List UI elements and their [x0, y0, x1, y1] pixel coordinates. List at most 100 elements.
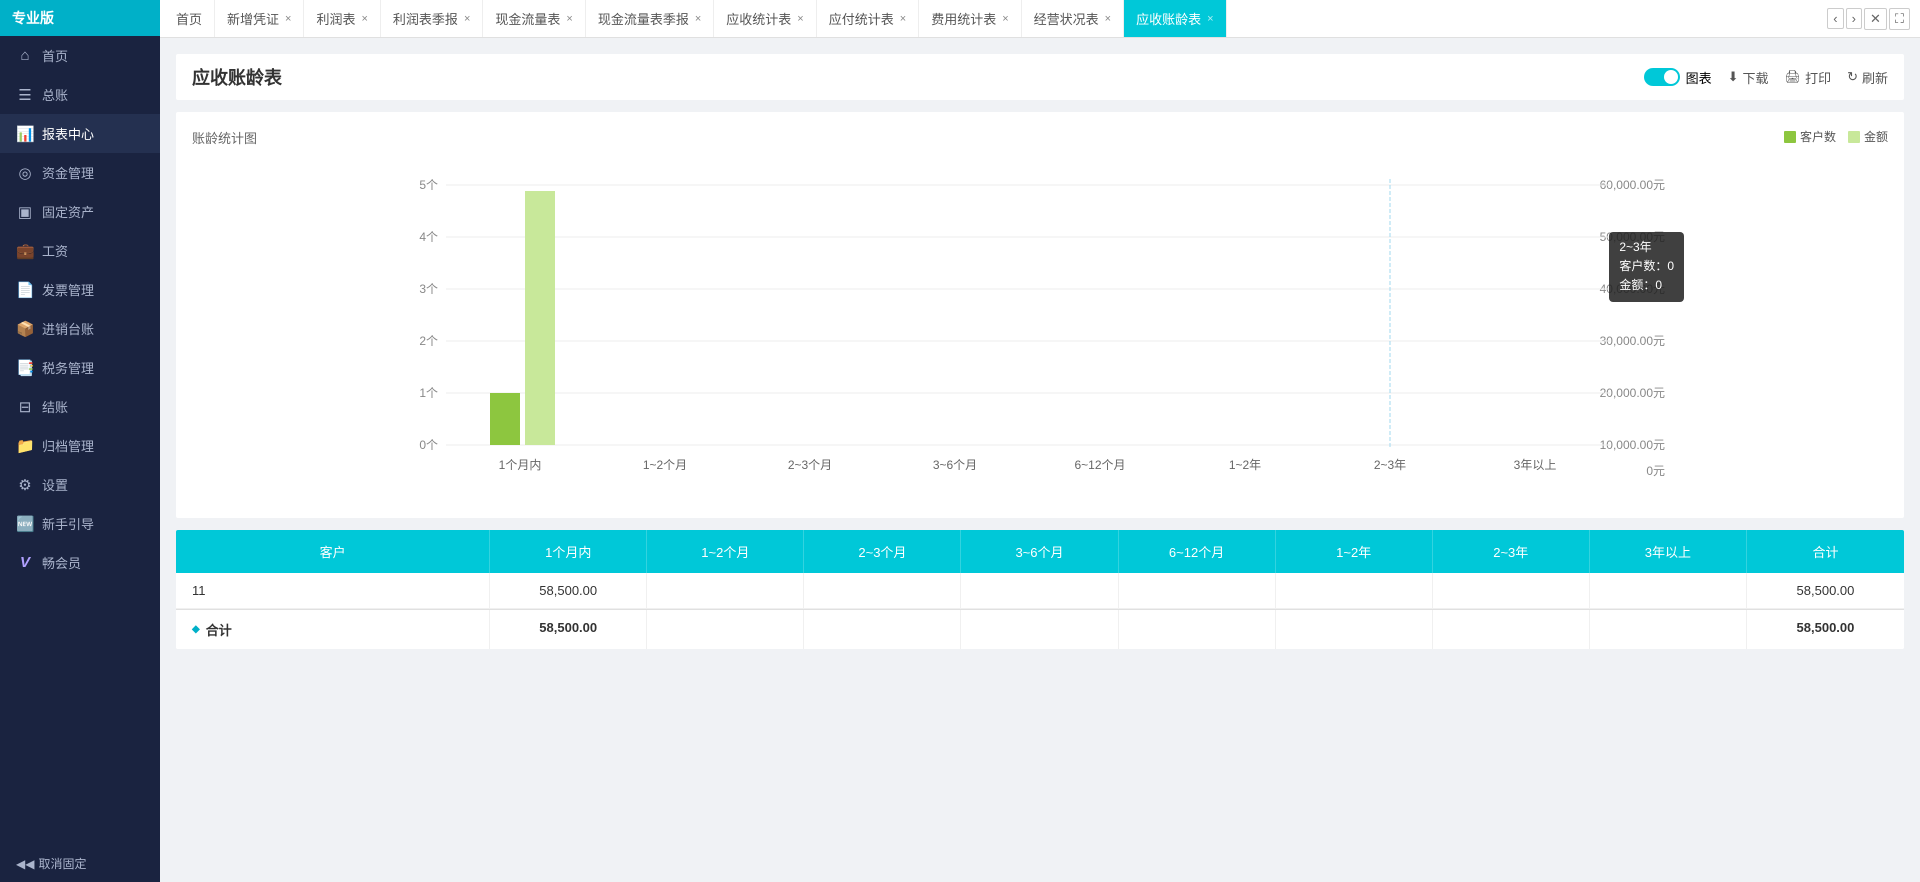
- tab-profit-quarterly-label: 利润表季报: [393, 9, 458, 28]
- sidebar-item-archive[interactable]: 📁 归档管理: [0, 426, 160, 465]
- sidebar-item-sales[interactable]: 📦 进销台账: [0, 309, 160, 348]
- print-label: 打印: [1805, 68, 1831, 87]
- footer-label: 合计: [206, 620, 232, 639]
- download-icon: ⬇: [1728, 69, 1739, 85]
- sidebar-item-label: 设置: [42, 475, 68, 494]
- legend-amount: 金额: [1848, 128, 1888, 145]
- sidebar-item-settings[interactable]: ⚙ 设置: [0, 465, 160, 504]
- x-label-m1-2: 1~2个月: [643, 458, 687, 472]
- toggle-track[interactable]: [1644, 68, 1680, 86]
- tab-home[interactable]: 首页: [164, 0, 215, 38]
- col-customer: 客户: [176, 530, 490, 573]
- tab-new-voucher-label: 新增凭证: [227, 9, 279, 28]
- table-row: 11 58,500.00 58,500.00: [176, 573, 1904, 609]
- tab-new-voucher[interactable]: 新增凭证 ×: [215, 0, 304, 38]
- tab-ar-stats-label: 应收统计表: [726, 9, 791, 28]
- download-button[interactable]: ⬇ 下载: [1728, 68, 1769, 87]
- sidebar-item-guide[interactable]: 🆕 新手引导: [0, 504, 160, 543]
- settings-icon: ⚙: [16, 476, 34, 494]
- tab-ar-aging-close[interactable]: ×: [1207, 13, 1213, 25]
- tab-maximize[interactable]: ⛶: [1889, 8, 1910, 30]
- col-m1: 1个月内: [490, 530, 647, 573]
- tab-ar-aging[interactable]: 应收账龄表 ×: [1124, 0, 1226, 38]
- tab-expense-stats[interactable]: 费用统计表 ×: [919, 0, 1021, 38]
- tab-cashflow[interactable]: 现金流量表 ×: [483, 0, 585, 38]
- x-label-y1-2: 1~2年: [1229, 458, 1261, 472]
- tab-expense-stats-label: 费用统计表: [931, 9, 996, 28]
- tab-profit-quarterly[interactable]: 利润表季报 ×: [381, 0, 483, 38]
- sidebar-item-tax[interactable]: 📑 税务管理: [0, 348, 160, 387]
- tab-ar-stats[interactable]: 应收统计表 ×: [714, 0, 816, 38]
- sidebar-item-close[interactable]: ⊟ 结账: [0, 387, 160, 426]
- bar-m1-amount: [525, 191, 555, 445]
- y-label-5: 5个: [419, 178, 438, 192]
- sidebar-pin-toggle[interactable]: ◀◀ 取消固定: [0, 845, 160, 882]
- sidebar-item-assets[interactable]: ▣ 固定资产: [0, 192, 160, 231]
- legend-customer-dot: [1784, 131, 1796, 143]
- sidebar-item-ledger[interactable]: ☰ 总账: [0, 75, 160, 114]
- download-label: 下载: [1743, 68, 1769, 87]
- footer-total: 58,500.00: [1747, 610, 1904, 649]
- tab-profit-quarterly-close[interactable]: ×: [464, 13, 470, 25]
- sidebar-item-reports[interactable]: 📊 报表中心: [0, 114, 160, 153]
- tab-scroll-right[interactable]: ›: [1846, 8, 1862, 29]
- tab-cashflow-quarterly-close[interactable]: ×: [695, 13, 701, 25]
- refresh-label: 刷新: [1862, 68, 1888, 87]
- refresh-button[interactable]: ↻ 刷新: [1847, 68, 1888, 87]
- tab-new-voucher-close[interactable]: ×: [285, 13, 291, 25]
- invoice-icon: 📄: [16, 281, 34, 299]
- sidebar-item-label: 资金管理: [42, 163, 94, 182]
- salary-icon: 💼: [16, 242, 34, 260]
- tab-ar-stats-close[interactable]: ×: [797, 13, 803, 25]
- footer-label-cell: ◆ 合计: [176, 610, 490, 649]
- footer-y3plus: [1590, 610, 1747, 649]
- x-label-y3plus: 3年以上: [1514, 458, 1557, 472]
- row-m1: 58,500.00: [490, 573, 647, 608]
- sidebar-item-label: 总账: [42, 85, 68, 104]
- sidebar-item-label: 新手引导: [42, 514, 94, 533]
- chart-title: 账龄统计图: [192, 128, 1888, 147]
- sidebar-item-salary[interactable]: 💼 工资: [0, 231, 160, 270]
- sidebar-item-home[interactable]: ⌂ 首页: [0, 36, 160, 75]
- tab-ap-stats-label: 应付统计表: [829, 9, 894, 28]
- tab-scroll-left[interactable]: ‹: [1827, 8, 1843, 29]
- footer-icon: ◆: [192, 624, 200, 635]
- y-label-1: 1个: [419, 386, 438, 400]
- sidebar-item-finance[interactable]: ◎ 资金管理: [0, 153, 160, 192]
- print-button[interactable]: 🖨 打印: [1785, 68, 1832, 87]
- tab-cashflow-close[interactable]: ×: [566, 13, 572, 25]
- tab-cashflow-quarterly[interactable]: 现金流量表季报 ×: [586, 0, 714, 38]
- sidebar-item-vip[interactable]: V 畅会员: [0, 543, 160, 582]
- chart-toggle[interactable]: 图表: [1644, 68, 1712, 87]
- sidebar-item-label: 固定资产: [42, 202, 94, 221]
- y-right-0: 0元: [1646, 464, 1665, 478]
- row-y2-3: [1433, 573, 1590, 608]
- bar-chart-svg: 5个 4个 3个 2个 1个 0个 60,000.00元 50,000.00元 …: [192, 159, 1888, 499]
- print-icon: 🖨: [1785, 69, 1802, 85]
- tab-ap-stats-close[interactable]: ×: [900, 13, 906, 25]
- tab-profit[interactable]: 利润表 ×: [304, 0, 380, 38]
- home-icon: ⌂: [16, 47, 34, 64]
- tab-expense-stats-close[interactable]: ×: [1002, 13, 1008, 25]
- sidebar-item-label: 工资: [42, 241, 68, 260]
- pin-label: 取消固定: [38, 855, 86, 872]
- tab-bar: 首页 新增凭证 × 利润表 × 利润表季报 × 现金流量表 × 现金流量表季报 …: [160, 0, 1920, 38]
- col-m6-12: 6~12个月: [1119, 530, 1276, 573]
- assets-icon: ▣: [16, 203, 34, 221]
- tab-close-all[interactable]: ✕: [1864, 8, 1887, 30]
- main-area: 首页 新增凭证 × 利润表 × 利润表季报 × 现金流量表 × 现金流量表季报 …: [160, 0, 1920, 882]
- pin-icon: ◀◀: [16, 857, 34, 871]
- y-label-3: 3个: [419, 282, 438, 296]
- content-area: 应收账龄表 图表 ⬇ 下载 🖨 打印 ↻ 刷新: [160, 38, 1920, 882]
- x-label-m1: 1个月内: [499, 458, 542, 472]
- vip-icon: V: [16, 554, 34, 571]
- tab-business-status[interactable]: 经营状况表 ×: [1022, 0, 1124, 38]
- sidebar-item-invoice[interactable]: 📄 发票管理: [0, 270, 160, 309]
- tab-profit-close[interactable]: ×: [361, 13, 367, 25]
- legend-customer-label: 客户数: [1800, 128, 1836, 145]
- sales-icon: 📦: [16, 320, 34, 338]
- tab-business-status-close[interactable]: ×: [1105, 13, 1111, 25]
- tab-ap-stats[interactable]: 应付统计表 ×: [817, 0, 919, 38]
- row-m1-2: [647, 573, 804, 608]
- table-footer: ◆ 合计 58,500.00 58,500.00: [176, 609, 1904, 649]
